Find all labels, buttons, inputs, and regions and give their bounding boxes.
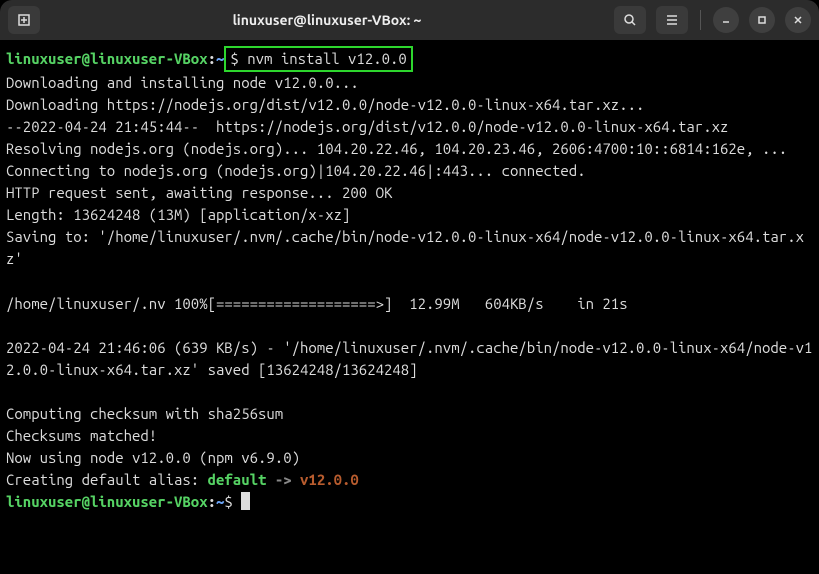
alias-prefix: Creating default alias: bbox=[6, 471, 208, 488]
menu-button[interactable] bbox=[656, 6, 688, 34]
output-line: Downloading https://nodejs.org/dist/v12.… bbox=[6, 96, 644, 113]
output-line: Computing checksum with sha256sum bbox=[6, 405, 283, 422]
prompt-colon: : bbox=[208, 50, 216, 67]
output-line: Connecting to nodejs.org (nodejs.org)|10… bbox=[6, 162, 586, 179]
output-line: Now using node v12.0.0 (npm v6.9.0) bbox=[6, 449, 300, 466]
output-line: Resolving nodejs.org (nodejs.org)... 104… bbox=[6, 140, 787, 157]
cursor bbox=[241, 492, 250, 510]
titlebar-left-group bbox=[8, 6, 40, 34]
alias-version: v12.0.0 bbox=[300, 471, 359, 488]
output-line: HTTP request sent, awaiting response... … bbox=[6, 184, 392, 201]
new-tab-button[interactable] bbox=[8, 6, 40, 34]
titlebar-right-group bbox=[614, 6, 811, 34]
prompt-colon: : bbox=[208, 493, 216, 510]
output-line: /home/linuxuser/.nv 100%[===============… bbox=[6, 295, 628, 312]
output-line: --2022-04-24 21:45:44-- https://nodejs.o… bbox=[6, 118, 728, 135]
output-line: Length: 13624248 (13M) [application/x-xz… bbox=[6, 206, 350, 223]
titlebar: linuxuser@linuxuser-VBox: ~ bbox=[0, 0, 819, 40]
prompt-path: ~ bbox=[216, 50, 224, 67]
output-line: Downloading and installing node v12.0.0.… bbox=[6, 74, 359, 91]
minimize-button[interactable] bbox=[713, 7, 739, 33]
highlighted-command: $ nvm install v12.0.0 bbox=[224, 46, 412, 72]
separator bbox=[700, 10, 701, 30]
alias-arrow: -> bbox=[266, 471, 300, 488]
alias-default: default bbox=[208, 471, 267, 488]
terminal-body[interactable]: linuxuser@linuxuser-VBox:~$ nvm install … bbox=[0, 40, 819, 519]
output-line: Checksums matched! bbox=[6, 427, 157, 444]
output-line: Saving to: '/home/linuxuser/.nvm/.cache/… bbox=[6, 228, 804, 267]
prompt-dollar: $ bbox=[224, 493, 241, 510]
search-button[interactable] bbox=[614, 6, 646, 34]
prompt-user: linuxuser@linuxuser-VBox bbox=[6, 50, 208, 67]
output-line: 2022-04-24 21:46:06 (639 KB/s) - '/home/… bbox=[6, 339, 812, 378]
prompt-user: linuxuser@linuxuser-VBox bbox=[6, 493, 208, 510]
window-title: linuxuser@linuxuser-VBox: ~ bbox=[40, 12, 614, 28]
maximize-button[interactable] bbox=[749, 7, 775, 33]
close-button[interactable] bbox=[785, 7, 811, 33]
